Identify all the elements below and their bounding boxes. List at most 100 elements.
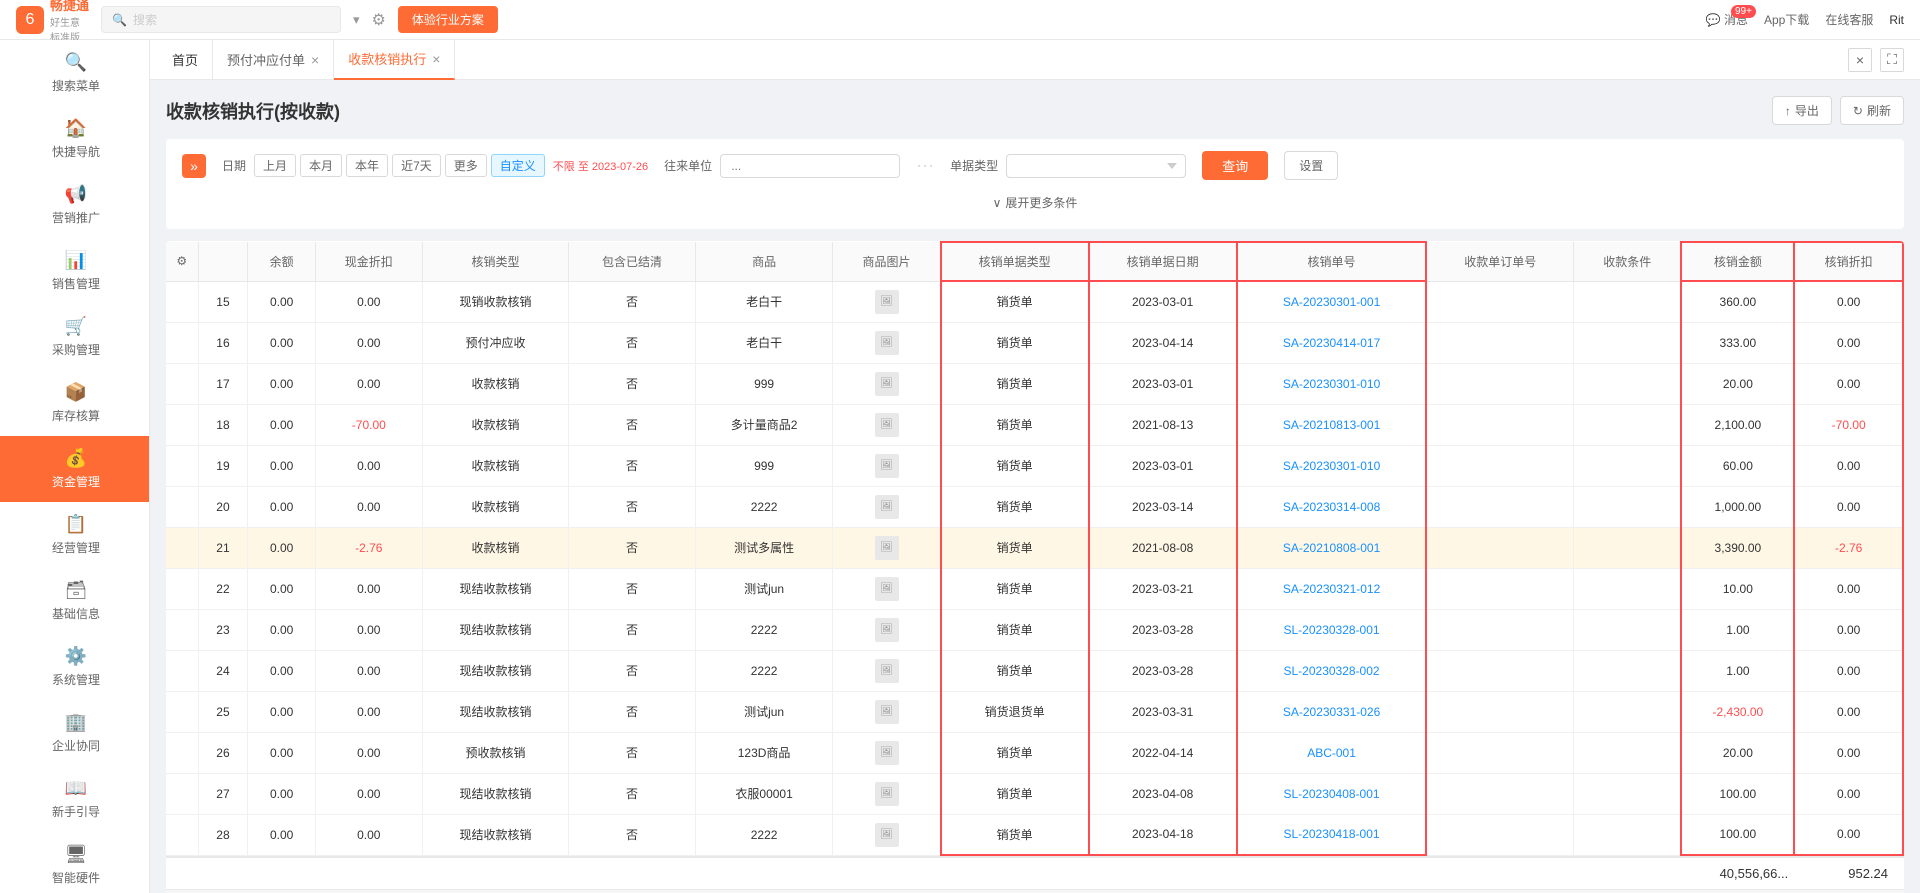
cell-cash-discount: 0.00	[315, 363, 422, 404]
cell-writeoff-bill-type: 销货单	[941, 445, 1089, 486]
tab-close-btn[interactable]: ×	[1848, 48, 1872, 72]
cell-cash-discount: 0.00	[315, 773, 422, 814]
expand-more-btn[interactable]: ∨ 展开更多条件	[993, 188, 1078, 217]
cell-balance: 0.00	[248, 609, 315, 650]
cell-writeoff-type: 现结收款核销	[422, 609, 568, 650]
tab-expand-btn[interactable]: ⛶	[1880, 48, 1904, 72]
cell-writeoff-bill-no: SL-20230408-001	[1237, 773, 1427, 814]
purchase-icon: 🛒	[65, 316, 87, 337]
cell-writeoff-bill-no: SA-20230314-008	[1237, 486, 1427, 527]
message-btn[interactable]: 💬 消息 99+	[1706, 11, 1748, 28]
cell-receipt-condition	[1574, 322, 1682, 363]
sidebar-item-purchase[interactable]: 🛒 采购管理	[0, 304, 149, 370]
sidebar-item-inventory[interactable]: 📦 库存核算	[0, 370, 149, 436]
cell-settings	[166, 732, 198, 773]
date-btn-this-year[interactable]: 本年	[346, 154, 388, 177]
sidebar-item-corp[interactable]: 🏢 企业协同	[0, 700, 149, 766]
setting-btn[interactable]: 设置	[1284, 151, 1338, 180]
cell-writeoff-amount: 20.00	[1681, 363, 1794, 404]
sidebar-label-nav: 快捷导航	[52, 143, 100, 160]
cell-settings	[166, 650, 198, 691]
table-row: 26 0.00 0.00 预收款核销 否 123D商品 🖼 销货单 2022-0…	[166, 732, 1903, 773]
refresh-btn[interactable]: ↻ 刷新	[1840, 96, 1904, 125]
gear-icon[interactable]: ⚙	[372, 10, 386, 30]
cell-writeoff-bill-type: 销货单	[941, 650, 1089, 691]
sidebar-label-guide: 新手引导	[52, 803, 100, 820]
total-amount: 40,556,66...	[1720, 866, 1789, 881]
cell-writeoff-bill-type: 销货单	[941, 322, 1089, 363]
tab-home[interactable]: 首页	[158, 40, 213, 80]
cell-writeoff-bill-date: 2023-03-28	[1089, 609, 1237, 650]
marketing-icon: 📢	[65, 184, 87, 205]
user-info[interactable]: Rit	[1889, 13, 1904, 27]
system-icon: ⚙️	[65, 646, 87, 667]
online-service-btn[interactable]: 在线客服	[1825, 11, 1873, 28]
sidebar-item-system[interactable]: ⚙️ 系统管理	[0, 634, 149, 700]
cell-writeoff-bill-type: 销货单	[941, 363, 1089, 404]
cell-include-settled: 否	[569, 568, 696, 609]
sidebar-item-marketing[interactable]: 📢 营销推广	[0, 172, 149, 238]
sidebar-item-sales[interactable]: 📊 销售管理	[0, 238, 149, 304]
tab-prepay-close[interactable]: ×	[311, 52, 319, 68]
date-btn-custom[interactable]: 自定义	[491, 154, 545, 177]
sidebar-item-guide[interactable]: 📖 新手引导	[0, 766, 149, 832]
product-img-cell: 🖼	[833, 732, 941, 773]
cell-writeoff-amount: 1,000.00	[1681, 486, 1794, 527]
cell-settings	[166, 609, 198, 650]
filter-partner: 往来单位	[664, 154, 900, 178]
sidebar-item-business[interactable]: 📋 经营管理	[0, 502, 149, 568]
tab-collection-close[interactable]: ×	[432, 51, 440, 67]
cell-writeoff-amount: 3,390.00	[1681, 527, 1794, 568]
cell-writeoff-bill-type: 销货单	[941, 281, 1089, 322]
home-icon: 🏠	[65, 118, 87, 139]
product-img-cell: 🖼	[833, 363, 941, 404]
cell-product: 2222	[695, 650, 833, 691]
table-row: 22 0.00 0.00 现结收款核销 否 测试jun 🖼 销货单 2023-0…	[166, 568, 1903, 609]
date-btn-more[interactable]: 更多	[445, 154, 487, 177]
cell-writeoff-bill-type: 销货单	[941, 404, 1089, 445]
date-btn-7days[interactable]: 近7天	[392, 154, 441, 177]
tab-prepay[interactable]: 预付冲应付单 ×	[213, 40, 334, 80]
receipt-type-select[interactable]	[1006, 154, 1186, 178]
date-btn-this-month[interactable]: 本月	[300, 154, 342, 177]
app-download-btn[interactable]: App下载	[1764, 11, 1809, 28]
query-btn[interactable]: 查询	[1202, 151, 1268, 180]
sidebar-item-finance[interactable]: 💰 资金管理	[0, 436, 149, 502]
cell-product: 测试多属性	[695, 527, 833, 568]
sidebar-item-search[interactable]: 🔍 搜索菜单	[0, 40, 149, 106]
top-bar: 6 畅捷通 好生意 标准版 🔍 搜索 ▾ ⚙ 体验行业方案 💬 消息 99+ A…	[0, 0, 1920, 40]
col-writeoff-bill-no: 核销单号	[1237, 242, 1427, 281]
col-settings[interactable]: ⚙	[166, 242, 198, 281]
cell-writeoff-bill-no: SL-20230418-001	[1237, 814, 1427, 855]
logo-icon: 6	[16, 6, 44, 34]
cell-writeoff-type: 收款核销	[422, 445, 568, 486]
cell-settings	[166, 773, 198, 814]
product-img-cell: 🖼	[833, 322, 941, 363]
partner-input[interactable]	[720, 154, 900, 178]
sidebar-item-nav[interactable]: 🏠 快捷导航	[0, 106, 149, 172]
cell-writeoff-type: 现结收款核销	[422, 773, 568, 814]
tab-bar: 首页 预付冲应付单 × 收款核销执行 × × ⛶	[150, 40, 1920, 80]
filter-toggle[interactable]: »	[182, 154, 206, 178]
page-content: 收款核销执行(按收款) ↑ 导出 ↻ 刷新 » 日期	[150, 80, 1920, 893]
sidebar-item-hardware[interactable]: 🖥 智能硬件	[0, 832, 149, 893]
col-cash-discount: 现金折扣	[315, 242, 422, 281]
cell-writeoff-type: 收款核销	[422, 527, 568, 568]
cell-writeoff-bill-type: 销货单	[941, 814, 1089, 855]
cell-writeoff-bill-type: 销货单	[941, 527, 1089, 568]
sidebar-item-basicinfo[interactable]: 🗃 基础信息	[0, 568, 149, 634]
table-row: 24 0.00 0.00 现结收款核销 否 2222 🖼 销货单 2023-03…	[166, 650, 1903, 691]
h-scrollbar[interactable]	[166, 889, 1904, 893]
date-btn-last-month[interactable]: 上月	[254, 154, 296, 177]
dropdown-icon[interactable]: ▾	[353, 12, 360, 28]
industry-btn[interactable]: 体验行业方案	[398, 6, 498, 33]
cell-cash-discount: 0.00	[315, 486, 422, 527]
main-content: 首页 预付冲应付单 × 收款核销执行 × × ⛶ 收款核销执行(按收款)	[150, 40, 1920, 893]
cell-writeoff-bill-date: 2023-04-18	[1089, 814, 1237, 855]
export-btn[interactable]: ↑ 导出	[1772, 96, 1832, 125]
cell-balance: 0.00	[248, 322, 315, 363]
tab-collection[interactable]: 收款核销执行 ×	[334, 40, 455, 80]
product-img-cell: 🖼	[833, 691, 941, 732]
sidebar-label-corp: 企业协同	[52, 737, 100, 754]
layout: 🔍 搜索菜单 🏠 快捷导航 📢 营销推广 📊 销售管理 🛒 采购管理 📦 库存核…	[0, 40, 1920, 893]
